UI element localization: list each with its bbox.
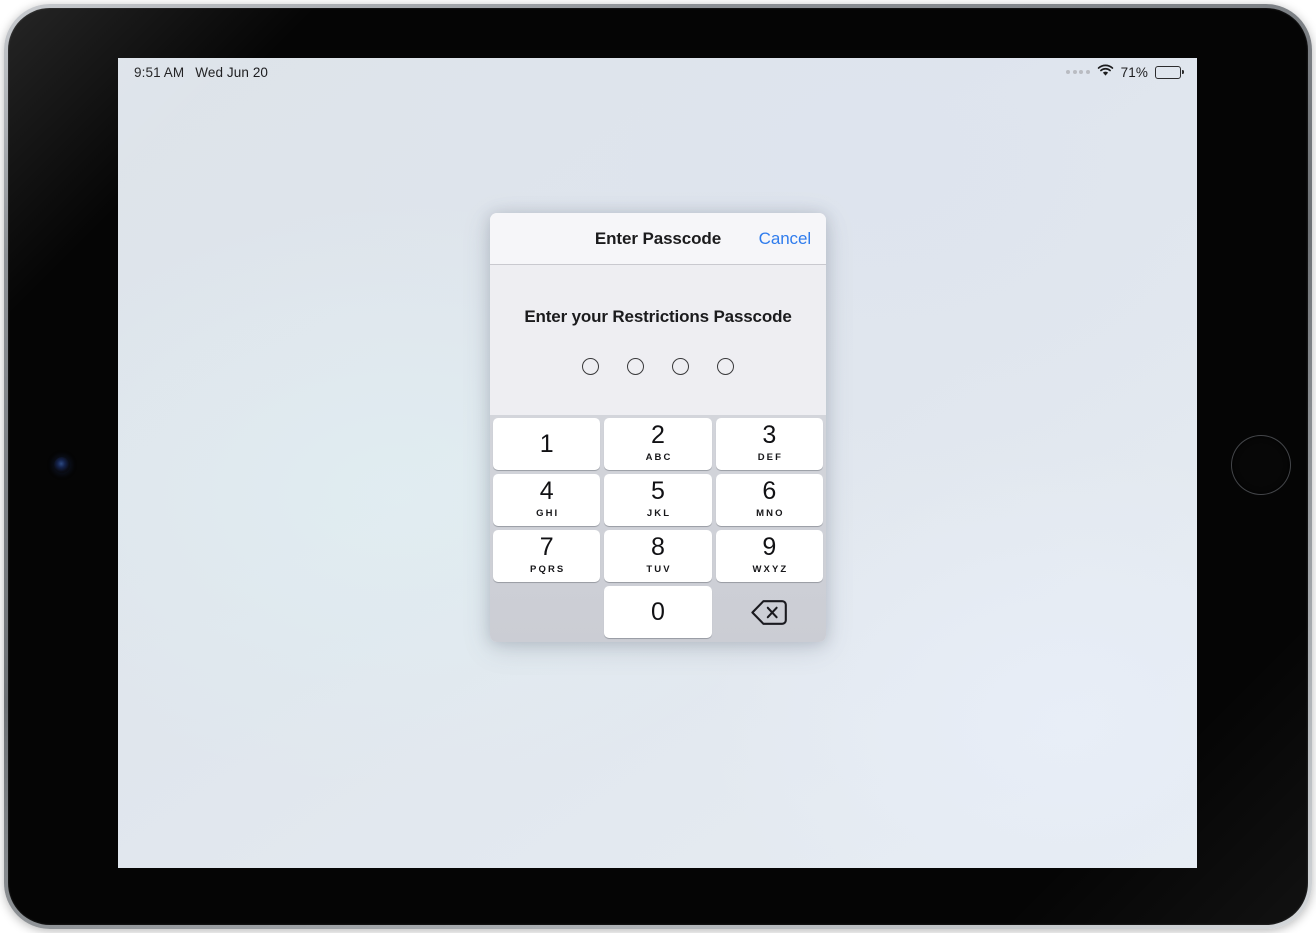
status-time: 9:51 AM — [134, 64, 185, 80]
keypad-row: 0 — [493, 586, 823, 638]
keypad-key-digit: 6 — [762, 477, 777, 505]
ipad-device: 9:51 AM Wed Jun 20 71% Enter Passcode Ca… — [0, 0, 1316, 933]
passcode-dialog: Enter Passcode Cancel Enter your Restric… — [490, 213, 826, 642]
keypad-row: 7 PQRS 8 TUV 9 WXYZ — [493, 530, 823, 582]
battery-icon — [1155, 65, 1184, 79]
keypad-key-letters: GHI — [536, 508, 560, 519]
passcode-dot — [672, 358, 689, 375]
keypad-key-digit: 3 — [762, 421, 777, 449]
front-camera — [54, 457, 70, 473]
home-button[interactable] — [1231, 435, 1291, 495]
passcode-prompt: Enter your Restrictions Passcode — [524, 307, 792, 326]
keypad-key-7[interactable]: 7 PQRS — [493, 530, 601, 582]
keypad-key-4[interactable]: 4 GHI — [493, 474, 601, 526]
keypad-key-6[interactable]: 6 MNO — [715, 474, 823, 526]
keypad-key-digit: 9 — [762, 533, 777, 561]
keypad-key-digit: 0 — [651, 598, 665, 626]
keypad-key-digit: 8 — [651, 533, 665, 561]
keypad-key-0[interactable]: 0 — [604, 586, 712, 638]
keypad-key-9[interactable]: 9 WXYZ — [715, 530, 823, 582]
status-date: Wed Jun 20 — [195, 64, 269, 80]
keypad-key-letters: PQRS — [530, 564, 566, 575]
keypad-key-letters: JKL — [646, 508, 672, 519]
wifi-icon — [1097, 64, 1114, 80]
numeric-keypad: 1 2 ABC 3 DEF 4 GHI 5 JKL 6 MNO 7 PQRS 8 TUV 9 WXYZ 0 — [490, 415, 826, 642]
keypad-key-3[interactable]: 3 DEF — [715, 418, 823, 470]
dialog-header: Enter Passcode Cancel — [490, 213, 826, 265]
dialog-title: Enter Passcode — [594, 228, 722, 248]
keypad-row: 4 GHI 5 JKL 6 MNO — [493, 474, 823, 526]
keypad-key-digit: 4 — [539, 477, 554, 505]
keypad-key-1[interactable]: 1 — [493, 418, 601, 470]
passcode-dot — [627, 358, 644, 375]
keypad-key-8[interactable]: 8 TUV — [604, 530, 712, 582]
keypad-key-5[interactable]: 5 JKL — [604, 474, 712, 526]
passcode-dot — [582, 358, 599, 375]
keypad-key-letters: TUV — [646, 564, 672, 575]
device-screen: 9:51 AM Wed Jun 20 71% Enter Passcode Ca… — [118, 58, 1197, 868]
backspace-icon[interactable] — [716, 586, 823, 638]
keypad-key-digit: 2 — [651, 421, 665, 449]
keypad-row: 1 2 ABC 3 DEF — [493, 418, 823, 470]
cancel-button[interactable]: Cancel — [759, 229, 811, 249]
status-bar-left: 9:51 AM Wed Jun 20 — [134, 65, 268, 80]
status-bar: 9:51 AM Wed Jun 20 71% — [118, 58, 1197, 86]
keypad-key-letters: DEF — [757, 452, 784, 463]
keypad-spacer — [493, 586, 600, 638]
keypad-key-letters: MNO — [756, 508, 785, 519]
keypad-key-digit: 5 — [651, 477, 665, 505]
signal-dots-icon — [1066, 70, 1090, 74]
keypad-key-2[interactable]: 2 ABC — [604, 418, 712, 470]
keypad-key-digit: 7 — [539, 533, 554, 561]
passcode-dots — [490, 358, 826, 375]
keypad-key-digit: 1 — [539, 430, 554, 458]
passcode-dot — [717, 358, 734, 375]
status-bar-right: 71% — [1066, 64, 1184, 80]
keypad-key-letters: WXYZ — [752, 564, 789, 575]
battery-percent-label: 71% — [1120, 64, 1148, 80]
dialog-body: Enter your Restrictions Passcode — [490, 265, 826, 415]
keypad-key-letters: ABC — [645, 452, 673, 463]
